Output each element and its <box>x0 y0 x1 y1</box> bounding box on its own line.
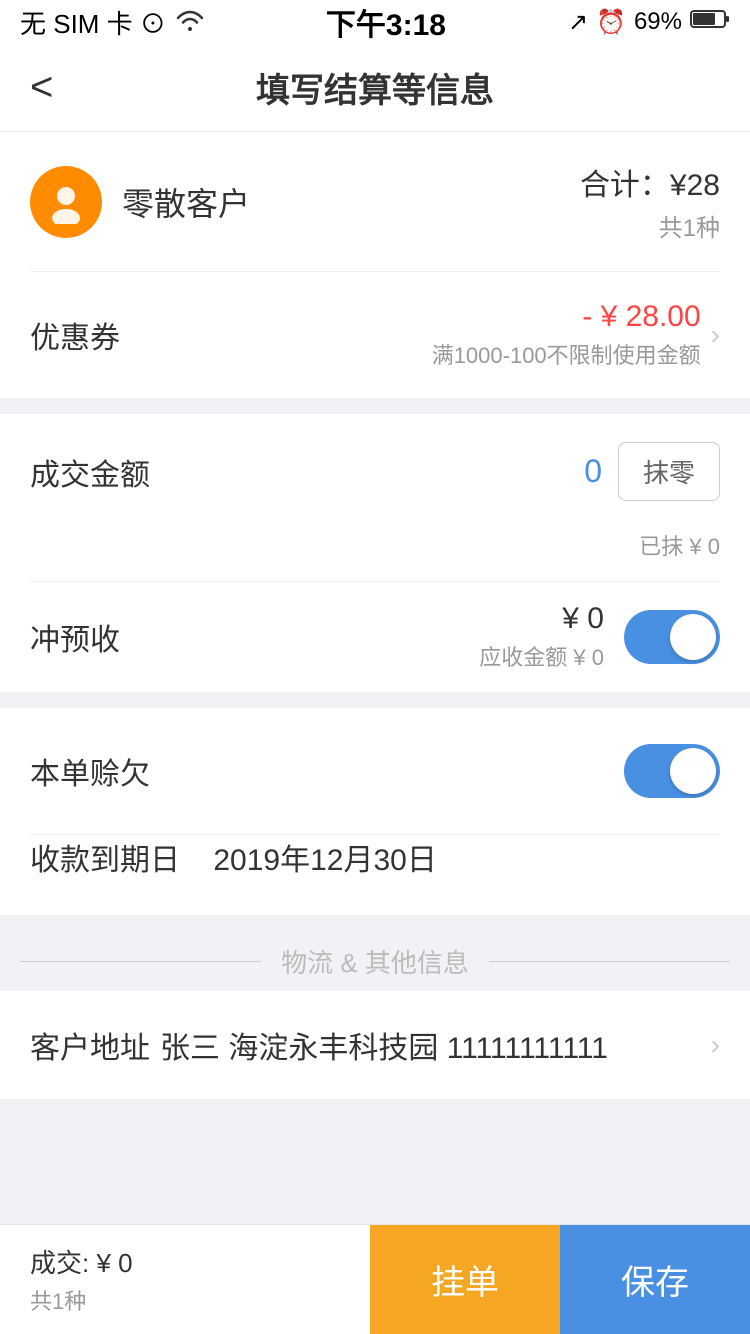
bottom-count: 共1种 <box>30 1284 340 1316</box>
customer-name: 零散客户 <box>122 179 250 225</box>
coupon-amount: - ¥ 28.00 <box>432 300 701 334</box>
prepay-receivable: 应收金额 ¥ 0 <box>479 640 604 672</box>
coupon-chevron-icon: › <box>711 319 720 351</box>
coupon-value: - ¥ 28.00 满1000-100不限制使用金额 <box>432 300 701 370</box>
transaction-sub-text: 已抹 ¥ 0 <box>0 529 750 581</box>
bottom-deal-label: 成交: <box>30 1248 89 1278</box>
prepay-amount-block: ¥ 0 应收金额 ¥ 0 <box>479 602 604 672</box>
debt-card: 本单赊欠 收款到期日 2019年12月30日 <box>0 708 750 915</box>
address-chevron-icon: › <box>711 1029 720 1061</box>
coupon-row[interactable]: 优惠券 - ¥ 28.00 满1000-100不限制使用金额 › <box>0 272 750 398</box>
customer-info: 零散客户 <box>30 166 250 238</box>
prepay-amount: ¥ 0 <box>479 602 604 636</box>
wifi-icon <box>176 7 204 38</box>
toggle-knob <box>670 614 716 660</box>
battery-icon <box>690 8 730 37</box>
customer-row: 零散客户 合计：¥28 共1种 <box>0 132 750 271</box>
status-time: 下午3:18 <box>326 0 446 44</box>
debt-toggle[interactable] <box>624 744 720 798</box>
status-right: ↗ ⏰ 69% <box>568 8 730 37</box>
main-content: 零散客户 合计：¥28 共1种 优惠券 - ¥ 28.00 满1000-100不… <box>0 132 750 1315</box>
coupon-label: 优惠券 <box>30 313 120 357</box>
bottom-deal-amount: 成交: ¥ 0 <box>30 1243 340 1280</box>
page-title: 填写结算等信息 <box>256 63 494 112</box>
bottom-deal-value: ¥ 0 <box>96 1248 132 1278</box>
due-date-spacer <box>188 844 205 877</box>
customer-card: 零散客户 合计：¥28 共1种 优惠券 - ¥ 28.00 满1000-100不… <box>0 132 750 398</box>
bottom-info: 成交: ¥ 0 共1种 <box>0 1225 370 1334</box>
save-button[interactable]: 保存 <box>560 1225 750 1334</box>
hold-button[interactable]: 挂单 <box>370 1225 560 1334</box>
address-label: 客户地址 <box>30 1023 160 1067</box>
customer-total: 合计：¥28 共1种 <box>580 160 720 243</box>
logistics-label: 物流 & 其他信息 <box>281 943 469 980</box>
bottom-bar: 成交: ¥ 0 共1种 挂单 保存 <box>0 1224 750 1334</box>
prepay-row: 冲预收 ¥ 0 应收金额 ¥ 0 <box>0 582 750 692</box>
nav-bar: < 填写结算等信息 <box>0 44 750 132</box>
coupon-desc: 满1000-100不限制使用金额 <box>432 338 701 370</box>
address-card: 客户地址 张三 海淀永丰科技园 11111111111 › <box>0 991 750 1099</box>
due-date-value: 2019年12月30日 <box>213 844 436 877</box>
transaction-label: 成交金额 <box>30 450 150 494</box>
transaction-row: 成交金额 0 抹零 <box>0 414 750 529</box>
debt-toggle-knob <box>670 748 716 794</box>
total-count-label: 共1种 <box>580 208 720 243</box>
total-amount-label: 合计：¥28 <box>580 160 720 204</box>
status-left: 无 SIM 卡 ⊙ <box>20 4 204 41</box>
address-value: 张三 海淀永丰科技园 11111111111 <box>160 1023 711 1067</box>
transaction-card: 成交金额 0 抹零 已抹 ¥ 0 冲预收 ¥ 0 应收金额 ¥ 0 <box>0 414 750 692</box>
no-sim-label: 无 SIM 卡 ⊙ <box>20 4 166 41</box>
logistics-divider: 物流 & 其他信息 <box>0 931 750 991</box>
customer-avatar <box>30 166 102 238</box>
transaction-right: 0 抹零 <box>562 442 720 501</box>
alarm-icon: ⏰ <box>596 8 626 37</box>
due-date-row: 收款到期日 2019年12月30日 <box>0 835 750 915</box>
transaction-amount-input[interactable]: 0 <box>562 453 602 490</box>
debt-label: 本单赊欠 <box>30 749 150 793</box>
address-row[interactable]: 客户地址 张三 海淀永丰科技园 11111111111 › <box>0 991 750 1099</box>
due-date-label: 收款到期日 <box>30 844 180 877</box>
status-bar: 无 SIM 卡 ⊙ 下午3:18 ↗ ⏰ 69% <box>0 0 750 44</box>
battery-percent: 69% <box>634 8 682 36</box>
round-button[interactable]: 抹零 <box>618 442 720 501</box>
location-icon: ↗ <box>568 8 588 37</box>
prepay-toggle[interactable] <box>624 610 720 664</box>
prepay-right: ¥ 0 应收金额 ¥ 0 <box>479 602 720 672</box>
back-button[interactable]: < <box>30 65 53 110</box>
debt-row: 本单赊欠 <box>0 708 750 834</box>
coupon-right: - ¥ 28.00 满1000-100不限制使用金额 › <box>432 300 720 370</box>
prepay-label: 冲预收 <box>30 615 120 659</box>
